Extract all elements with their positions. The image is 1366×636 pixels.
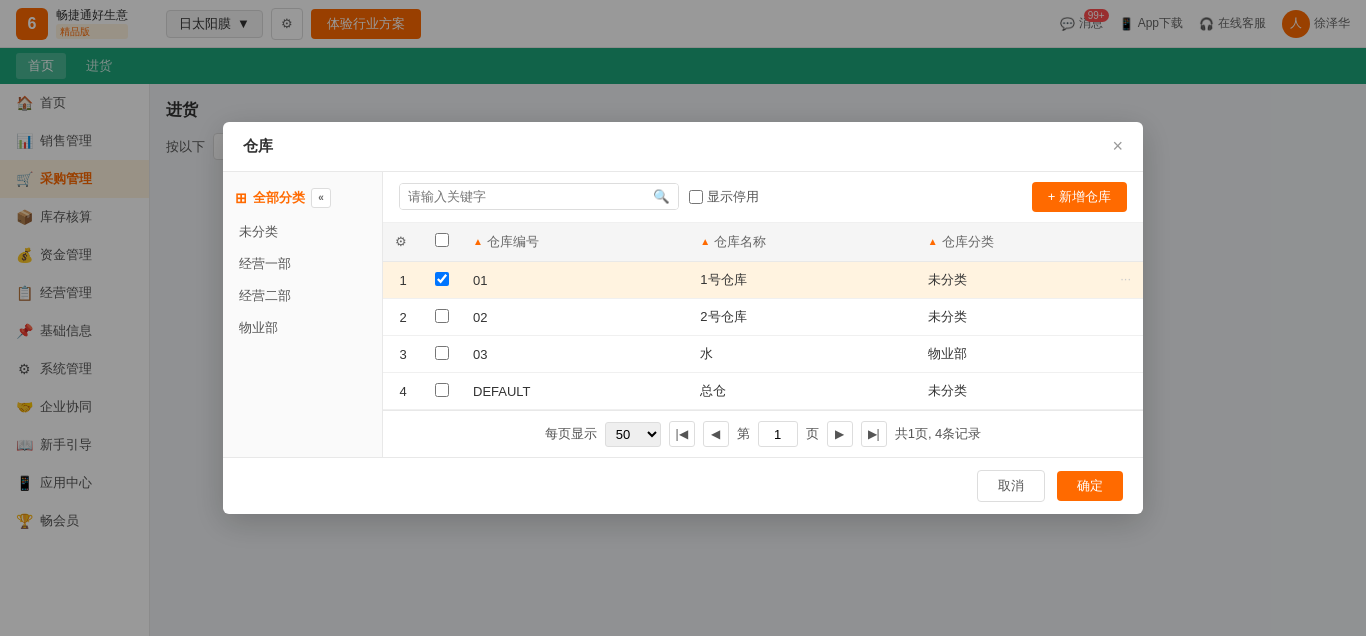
row-category: 未分类 — [916, 373, 1143, 410]
sort-icon: ▲ — [473, 236, 483, 247]
table-row: 2 02 2号仓库 未分类 — [383, 299, 1143, 336]
row-checkbox[interactable] — [435, 346, 449, 360]
row-checkbox[interactable] — [435, 309, 449, 323]
row-code: 01 — [461, 261, 688, 299]
row-category: 未分类 ··· — [916, 262, 1143, 299]
add-warehouse-button[interactable]: + 新增仓库 — [1032, 182, 1127, 212]
table-row: 3 03 水 物业部 — [383, 336, 1143, 373]
modal-title: 仓库 — [243, 137, 273, 156]
last-page-button[interactable]: ▶| — [861, 421, 887, 447]
row-checkbox[interactable] — [435, 383, 449, 397]
row-name: 2号仓库 — [688, 299, 915, 336]
right-panel: 🔍 显示停用 + 新增仓库 ⚙ — [383, 172, 1143, 458]
sort-icon-cat: ▲ — [928, 236, 938, 247]
confirm-button[interactable]: 确定 — [1057, 471, 1123, 501]
category-item-1[interactable]: 经营一部 — [223, 248, 382, 280]
show-disabled-checkbox[interactable] — [689, 190, 703, 204]
row-number: 3 — [383, 336, 423, 373]
row-code: DEFAULT — [461, 373, 688, 410]
search-input[interactable] — [400, 184, 645, 209]
row-checkbox-cell — [423, 299, 461, 336]
row-checkbox-cell — [423, 336, 461, 373]
row-category: 未分类 — [916, 299, 1143, 336]
cancel-button[interactable]: 取消 — [977, 470, 1045, 502]
next-page-button[interactable]: ▶ — [827, 421, 853, 447]
first-page-button[interactable]: |◀ — [669, 421, 695, 447]
show-disabled-label[interactable]: 显示停用 — [689, 188, 759, 206]
sort-icon-name: ▲ — [700, 236, 710, 247]
col-checkbox — [423, 223, 461, 262]
row-checkbox[interactable] — [435, 272, 449, 286]
page-number-input[interactable] — [758, 421, 798, 447]
warehouse-table-wrap: ⚙ ▲ 仓库编号 ▲ — [383, 223, 1143, 411]
show-disabled-text: 显示停用 — [707, 188, 759, 206]
warehouse-modal: 仓库 × ⊞ 全部分类 « 未分类 经营一部 经营二部 物业部 — [223, 122, 1143, 515]
category-panel: ⊞ 全部分类 « 未分类 经营一部 经营二部 物业部 — [223, 172, 383, 458]
total-info: 共1页, 4条记录 — [895, 425, 982, 443]
all-categories-label: 全部分类 — [253, 189, 305, 207]
row-name: 总仓 — [688, 373, 915, 410]
col-code: ▲ 仓库编号 — [461, 223, 688, 262]
category-item-3[interactable]: 物业部 — [223, 312, 382, 344]
grid-icon: ⊞ — [235, 190, 247, 206]
col-category: ▲ 仓库分类 — [916, 223, 1143, 262]
row-checkbox-cell — [423, 261, 461, 299]
table-row: 4 DEFAULT 总仓 未分类 — [383, 373, 1143, 410]
modal-overlay: 仓库 × ⊞ 全部分类 « 未分类 经营一部 经营二部 物业部 — [0, 0, 1366, 636]
row-action-dots[interactable]: ··· — [1120, 271, 1131, 289]
table-header-row: ⚙ ▲ 仓库编号 ▲ — [383, 223, 1143, 262]
table-body: 1 01 1号仓库 未分类 ··· 2 02 2号仓库 未分类 3 03 水 物… — [383, 261, 1143, 410]
table-row: 1 01 1号仓库 未分类 ··· — [383, 261, 1143, 299]
search-bar: 🔍 显示停用 + 新增仓库 — [383, 172, 1143, 223]
row-number: 4 — [383, 373, 423, 410]
per-page-label: 每页显示 — [545, 425, 597, 443]
search-input-wrap: 🔍 — [399, 183, 679, 210]
page-label: 页 — [806, 425, 819, 443]
modal-header: 仓库 × — [223, 122, 1143, 172]
settings-icon: ⚙ — [395, 234, 407, 249]
row-name: 水 — [688, 336, 915, 373]
category-all[interactable]: ⊞ 全部分类 « — [223, 180, 382, 216]
row-code: 02 — [461, 299, 688, 336]
modal-close-button[interactable]: × — [1112, 136, 1123, 157]
row-number: 1 — [383, 261, 423, 299]
row-category: 物业部 — [916, 336, 1143, 373]
row-name: 1号仓库 — [688, 261, 915, 299]
category-item-unclassified[interactable]: 未分类 — [223, 216, 382, 248]
col-name: ▲ 仓库名称 — [688, 223, 915, 262]
collapse-button[interactable]: « — [311, 188, 331, 208]
pagination: 每页显示 50 100 |◀ ◀ 第 页 ▶ ▶| 共1页, 4条记录 — [383, 410, 1143, 457]
modal-footer: 取消 确定 — [223, 457, 1143, 514]
search-button[interactable]: 🔍 — [645, 184, 678, 209]
category-item-2[interactable]: 经营二部 — [223, 280, 382, 312]
select-all-checkbox[interactable] — [435, 233, 449, 247]
row-number: 2 — [383, 299, 423, 336]
page-label-pre: 第 — [737, 425, 750, 443]
per-page-select[interactable]: 50 100 — [605, 422, 661, 447]
row-code: 03 — [461, 336, 688, 373]
col-gear: ⚙ — [383, 223, 423, 262]
row-checkbox-cell — [423, 373, 461, 410]
prev-page-button[interactable]: ◀ — [703, 421, 729, 447]
modal-body: ⊞ 全部分类 « 未分类 经营一部 经营二部 物业部 🔍 — [223, 172, 1143, 458]
warehouse-table: ⚙ ▲ 仓库编号 ▲ — [383, 223, 1143, 411]
